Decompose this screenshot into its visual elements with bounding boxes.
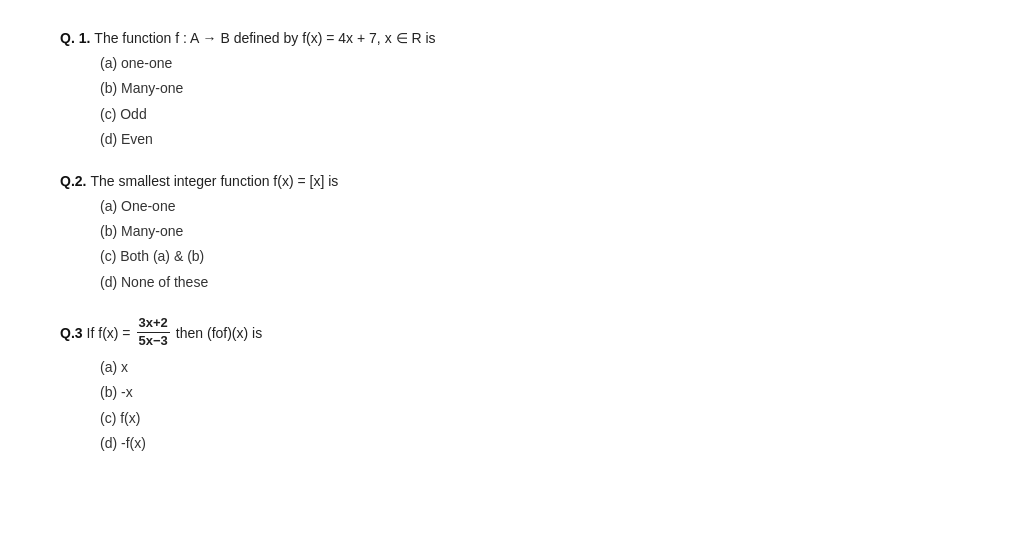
q3-text-after: then (fof)(x) is <box>176 325 262 341</box>
question-block-2: Q.2. The smallest integer function f(x) … <box>60 173 640 294</box>
q1-label: Q. 1. <box>60 30 90 46</box>
question-title-3: Q.3 If f(x) = 3x+2 5x−3 then (fof)(x) is <box>60 315 640 350</box>
q3-label: Q.3 <box>60 325 83 341</box>
q1-options: (a) one-one (b) Many-one (c) Odd (d) Eve… <box>100 52 640 151</box>
list-item: (a) One-one <box>100 195 640 217</box>
list-item: (a) x <box>100 356 640 378</box>
question-title-1: Q. 1. The function f : A → B defined by … <box>60 30 640 46</box>
q3-text-before: If f(x) = <box>87 325 131 341</box>
q2-label: Q.2. <box>60 173 86 189</box>
question-title-2: Q.2. The smallest integer function f(x) … <box>60 173 640 189</box>
q3-options: (a) x (b) -x (c) f(x) (d) -f(x) <box>100 356 640 455</box>
q3-line: If f(x) = 3x+2 5x−3 then (fof)(x) is <box>87 315 263 350</box>
question-block-3: Q.3 If f(x) = 3x+2 5x−3 then (fof)(x) is… <box>60 315 640 454</box>
q2-text: The smallest integer function f(x) = [x]… <box>90 173 338 189</box>
list-item: (b) -x <box>100 381 640 403</box>
q2-options: (a) One-one (b) Many-one (c) Both (a) & … <box>100 195 640 294</box>
list-item: (d) Even <box>100 128 640 150</box>
q3-fraction-numerator: 3x+2 <box>137 315 170 333</box>
question-block-1: Q. 1. The function f : A → B defined by … <box>60 30 640 151</box>
list-item: (d) None of these <box>100 271 640 293</box>
q3-fraction: 3x+2 5x−3 <box>137 315 170 350</box>
list-item: (d) -f(x) <box>100 432 640 454</box>
list-item: (b) Many-one <box>100 220 640 242</box>
q1-text: The function f : A → B defined by f(x) =… <box>94 30 435 46</box>
q3-fraction-denominator: 5x−3 <box>137 333 170 350</box>
page-container: Q. 1. The function f : A → B defined by … <box>0 0 700 506</box>
list-item: (c) Odd <box>100 103 640 125</box>
list-item: (c) Both (a) & (b) <box>100 245 640 267</box>
list-item: (a) one-one <box>100 52 640 74</box>
list-item: (b) Many-one <box>100 77 640 99</box>
list-item: (c) f(x) <box>100 407 640 429</box>
